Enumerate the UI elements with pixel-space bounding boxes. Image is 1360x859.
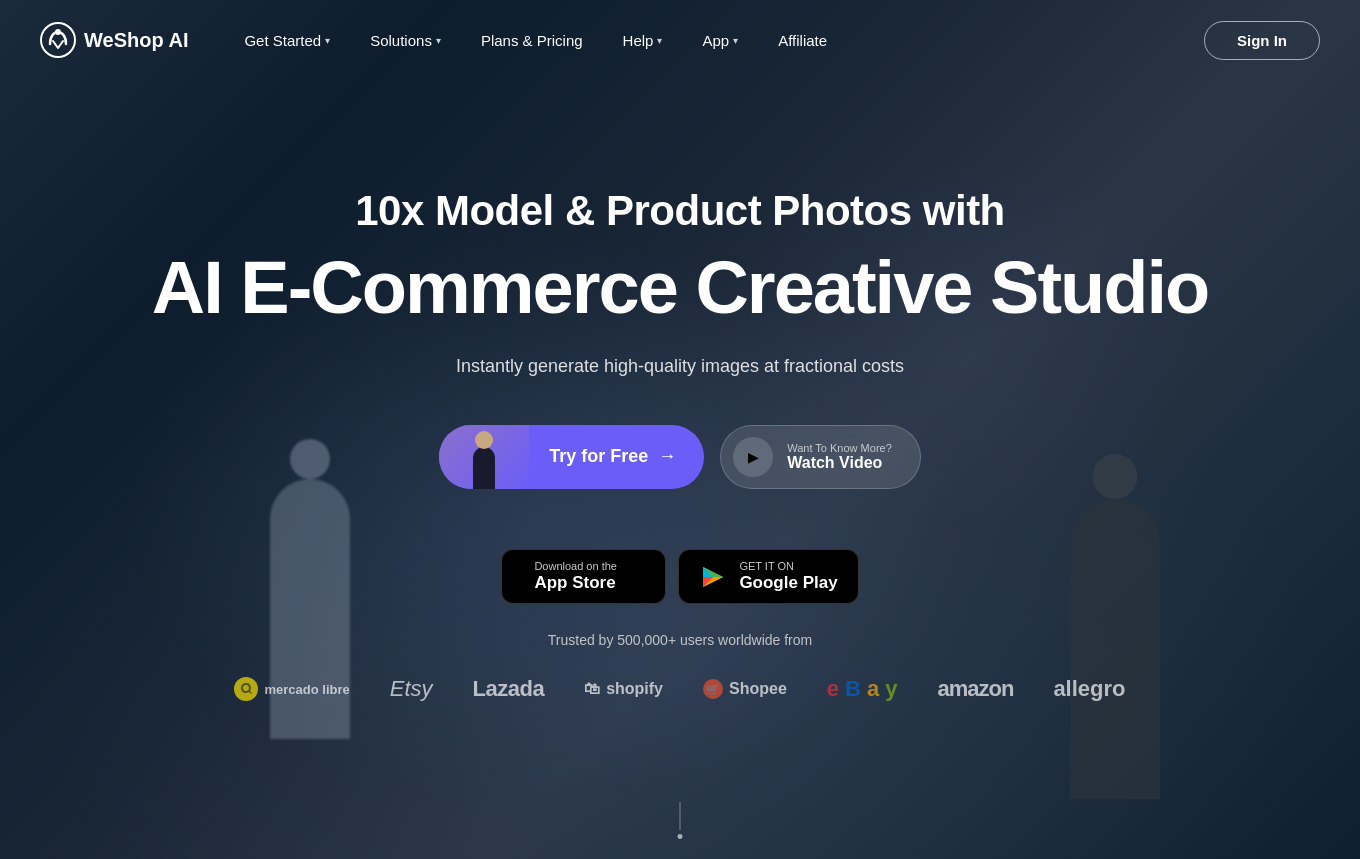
shopify-icon: 🛍 <box>584 680 600 698</box>
arrow-right-icon: → <box>658 446 676 467</box>
nav-item-app[interactable]: App ▾ <box>686 24 754 57</box>
nav-links: Get Started ▾ Solutions ▾ Plans & Pricin… <box>228 24 843 57</box>
shopee-label: Shopee <box>729 680 787 698</box>
shopee-icon: 🛒 <box>703 679 723 699</box>
brand-amazon: amazon <box>937 676 1013 702</box>
nav-item-plans-pricing[interactable]: Plans & Pricing <box>465 24 599 57</box>
chevron-down-icon: ▾ <box>657 35 662 46</box>
nav-item-help[interactable]: Help ▾ <box>607 24 679 57</box>
logo-text: WeShop AI <box>84 29 188 52</box>
chevron-down-icon: ▾ <box>325 35 330 46</box>
mercado-libre-icon <box>234 677 258 701</box>
mini-model-figure <box>459 431 509 489</box>
hero-section: WeShop AI Get Started ▾ Solutions ▾ Plan… <box>0 0 1360 859</box>
logo[interactable]: WeShop AI <box>40 22 188 58</box>
lazada-label: Lazada <box>473 676 545 702</box>
app-store-badge[interactable]: Download on the App Store <box>501 549 666 605</box>
hero-title-main: AI E-Commerce Creative Studio <box>152 247 1208 328</box>
brand-shopify: 🛍 shopify <box>584 680 663 698</box>
brand-lazada: Lazada <box>473 676 545 702</box>
scroll-dot <box>678 834 683 839</box>
try-free-text: Try for Free → <box>529 446 704 467</box>
amazon-label: amazon <box>937 676 1013 702</box>
hero-title-sub: 10x Model & Product Photos with <box>355 187 1005 235</box>
google-play-text: GET IT ON Google Play <box>739 560 837 594</box>
chevron-down-icon: ▾ <box>733 35 738 46</box>
try-for-free-button[interactable]: Try for Free → <box>439 425 704 489</box>
sign-in-button[interactable]: Sign In <box>1204 21 1320 60</box>
watch-video-text: Want To Know More? Watch Video <box>787 442 892 472</box>
svg-point-1 <box>55 29 61 35</box>
cta-row: Try for Free → ▶ Want To Know More? Watc… <box>439 425 921 489</box>
hero-subtitle: Instantly generate high-quality images a… <box>456 356 904 377</box>
google-play-icon <box>699 563 727 591</box>
brand-shopee: 🛒 Shopee <box>703 679 787 699</box>
allegro-label: allegro <box>1053 676 1125 702</box>
hero-content: 10x Model & Product Photos with AI E-Com… <box>0 0 1360 859</box>
app-store-text: Download on the App Store <box>534 560 617 594</box>
brand-ebay: eBay <box>827 676 898 702</box>
shopify-label: shopify <box>606 680 663 698</box>
brand-allegro: allegro <box>1053 676 1125 702</box>
svg-point-0 <box>41 23 75 57</box>
google-play-badge[interactable]: GET IT ON Google Play <box>678 549 858 605</box>
scroll-indicator <box>678 802 683 839</box>
brand-mercado-libre: mercado libre <box>234 677 349 701</box>
brands-row: mercado libre Etsy Lazada 🛍 shopify 🛒 Sh… <box>234 676 1125 702</box>
scroll-line <box>680 802 681 830</box>
navbar: WeShop AI Get Started ▾ Solutions ▾ Plan… <box>0 0 1360 80</box>
mercado-libre-label: mercado libre <box>264 682 349 697</box>
app-badges: Download on the App Store <box>501 549 858 605</box>
logo-icon <box>40 22 76 58</box>
etsy-label: Etsy <box>390 676 433 702</box>
nav-item-get-started[interactable]: Get Started ▾ <box>228 24 346 57</box>
play-icon: ▶ <box>733 437 773 477</box>
ebay-label: e <box>827 676 839 702</box>
nav-item-affiliate[interactable]: Affiliate <box>762 24 843 57</box>
brand-etsy: Etsy <box>390 676 433 702</box>
watch-video-button[interactable]: ▶ Want To Know More? Watch Video <box>720 425 921 489</box>
chevron-down-icon: ▾ <box>436 35 441 46</box>
nav-item-solutions[interactable]: Solutions ▾ <box>354 24 457 57</box>
try-free-preview-image <box>439 425 529 489</box>
trusted-text: Trusted by 500,000+ users worldwide from <box>548 632 812 648</box>
